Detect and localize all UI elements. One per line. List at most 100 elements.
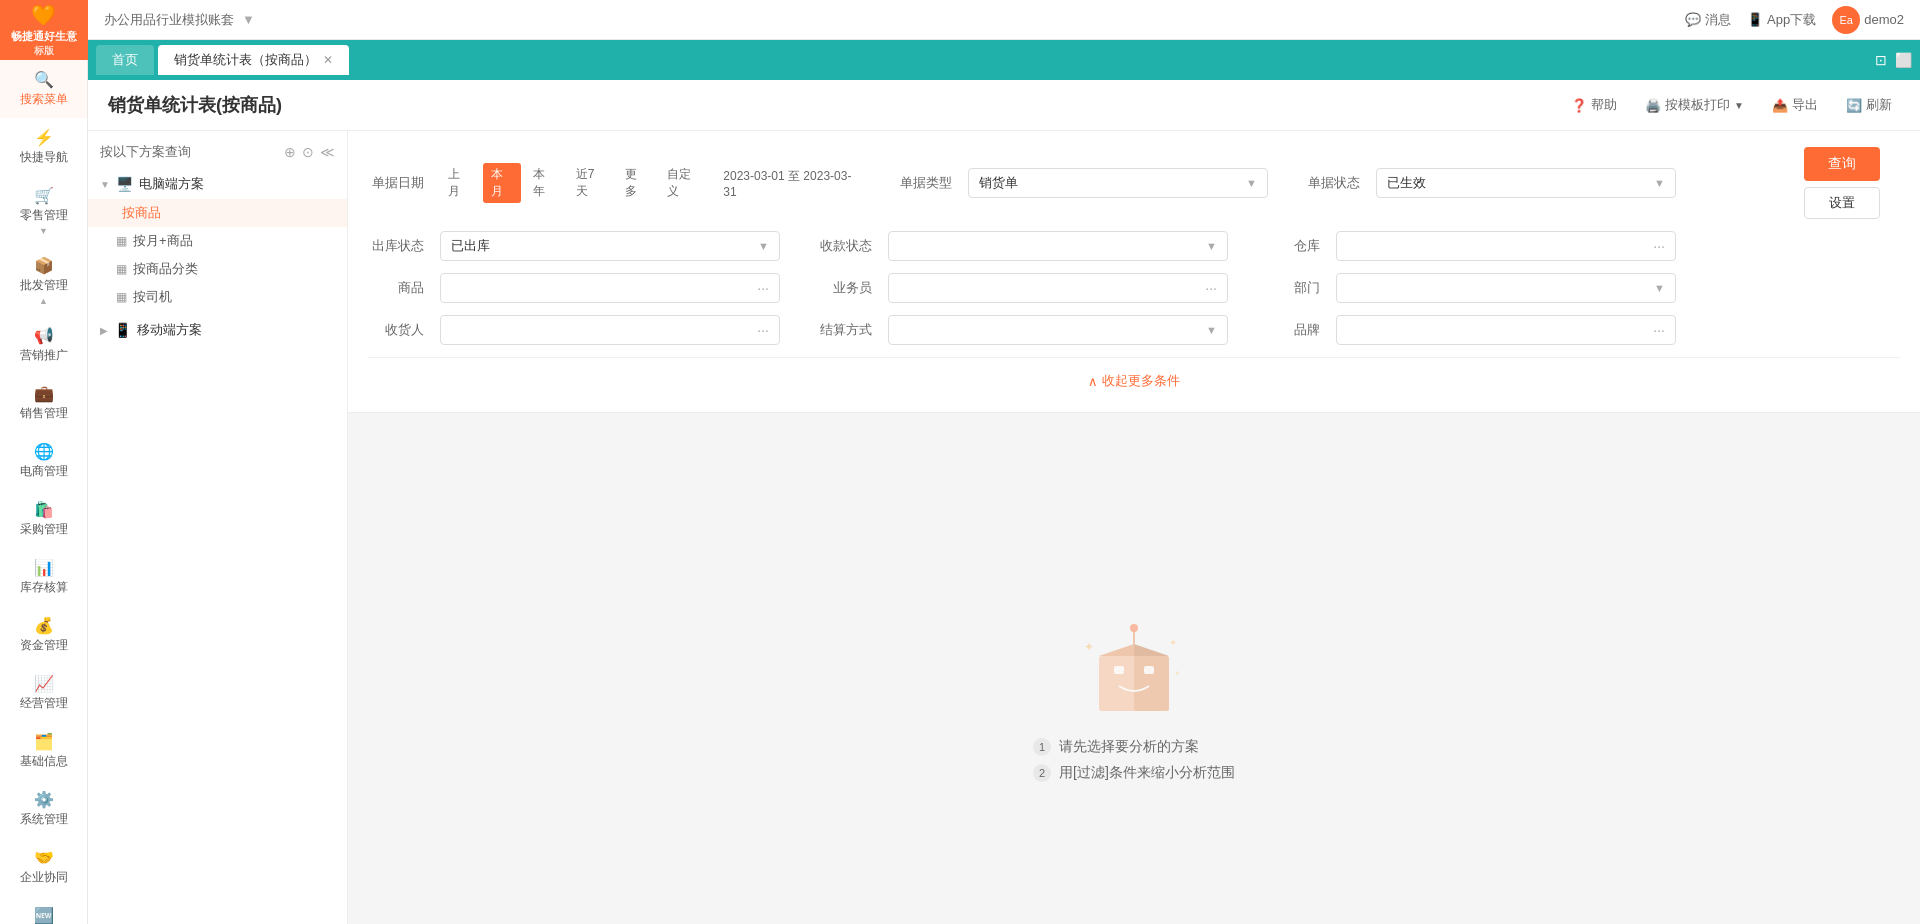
left-panel-actions: ⊕ ⊙ ≪	[284, 144, 335, 160]
refresh-icon: 🔄	[1846, 98, 1862, 113]
page-title: 销货单统计表(按商品)	[108, 93, 282, 117]
sidebar-item-finance[interactable]: 💰 资金管理	[0, 606, 87, 664]
sidebar-item-sales[interactable]: 💼 销售管理	[0, 374, 87, 432]
app-name: 畅捷通好生意	[11, 29, 77, 44]
tree-item-by-product[interactable]: 按商品	[88, 199, 347, 227]
warehouse-input[interactable]: ···	[1336, 231, 1676, 261]
tab-home[interactable]: 首页	[96, 45, 154, 75]
consignee-dots-icon[interactable]: ···	[757, 322, 769, 338]
doc-status-select[interactable]: 已生效 ▼	[1376, 168, 1676, 198]
print-icon: 🖨️	[1645, 98, 1661, 113]
consignee-input[interactable]: ···	[440, 315, 780, 345]
product-dots-icon[interactable]: ···	[757, 280, 769, 296]
brand-dots-icon[interactable]: ···	[1653, 322, 1665, 338]
date-tab-7days[interactable]: 近7天	[568, 163, 613, 203]
user-menu[interactable]: Ea demo2	[1832, 6, 1904, 34]
warehouse-dots-icon[interactable]: ···	[1653, 238, 1665, 254]
tip-text-2: 用[过滤]条件来缩小分析范围	[1059, 764, 1235, 782]
sidebar-item-search[interactable]: 🔍 搜索菜单	[0, 60, 87, 118]
app-download-button[interactable]: 📱 App下载	[1747, 11, 1816, 29]
payment-select[interactable]: ▼	[888, 315, 1228, 345]
tab-restore-icon[interactable]: ⊡	[1875, 52, 1887, 68]
tree-item-by-category[interactable]: ▦ 按商品分类	[88, 255, 347, 283]
export-button[interactable]: 📤 导出	[1764, 92, 1826, 118]
tree-section-pc[interactable]: ▼ 🖥️ 电脑端方案	[88, 169, 347, 199]
ecommerce-icon: 🌐	[34, 442, 54, 461]
date-tab-this-year[interactable]: 本年	[525, 163, 564, 203]
sidebar-basic-label: 基础信息	[20, 753, 68, 770]
settings-button[interactable]: 设置	[1804, 187, 1880, 219]
tip-num-1: 1	[1033, 738, 1051, 756]
svg-rect-2	[1134, 656, 1169, 711]
sidebar-item-wholesale[interactable]: 📦 批发管理 ▲	[0, 246, 87, 316]
industry-name: 办公用品行业模拟账套	[104, 11, 234, 29]
collect-status-select[interactable]: ▼	[888, 231, 1228, 261]
tree-item-by-month-product[interactable]: ▦ 按月+商品	[88, 227, 347, 255]
doc-type-select[interactable]: 销货单 ▼	[968, 168, 1268, 198]
collapse-button[interactable]: ∧ 收起更多条件	[1082, 366, 1186, 396]
empty-tip-2: 2 用[过滤]条件来缩小分析范围	[1033, 764, 1235, 782]
sidebar-search-label: 搜索菜单	[20, 91, 68, 108]
tree-item-by-cashier[interactable]: ▦ 按司机	[88, 283, 347, 311]
date-tab-this-month[interactable]: 本月	[483, 163, 522, 203]
sidebar-item-marketing[interactable]: 📢 营销推广	[0, 316, 87, 374]
sidebar-item-ecommerce[interactable]: 🌐 电商管理	[0, 432, 87, 490]
brand-label: 品牌	[1264, 321, 1320, 339]
sidebar-item-quick-nav[interactable]: ⚡ 快捷导航	[0, 118, 87, 176]
tree-section-mobile[interactable]: ▶ 📱 移动端方案	[88, 315, 347, 345]
export-icon: 📤	[1772, 98, 1788, 113]
inventory-icon: 📊	[34, 558, 54, 577]
sidebar-item-guide[interactable]: 🆕 新手引导	[0, 896, 87, 924]
date-filter: 上月 本月 本年 近7天 更多 自定义 2023-03-01 至 2023-03…	[440, 163, 860, 203]
tab-report[interactable]: 销货单统计表（按商品） ✕	[158, 45, 349, 75]
help-button[interactable]: ❓ 帮助	[1563, 92, 1625, 118]
sidebar-retail-label: 零售管理	[20, 207, 68, 224]
brand-input[interactable]: ···	[1336, 315, 1676, 345]
operation-icon: 📈	[34, 674, 54, 693]
doc-type-arrow-icon: ▼	[1246, 177, 1257, 189]
tab-maximize-icon[interactable]: ⬜	[1895, 52, 1912, 68]
cashier-icon: ▦	[116, 290, 127, 304]
add-scheme-icon[interactable]: ⊕	[284, 144, 296, 160]
system-icon: ⚙️	[34, 790, 54, 809]
tab-close-icon[interactable]: ✕	[323, 53, 333, 67]
print-button[interactable]: 🖨️ 按模板打印 ▼	[1637, 92, 1752, 118]
left-panel-title: 按以下方案查询	[100, 143, 191, 161]
warehouse-status-select[interactable]: 已出库 ▼	[440, 231, 780, 261]
sidebar-item-inventory[interactable]: 📊 库存核算	[0, 548, 87, 606]
date-tab-custom[interactable]: 自定义	[659, 163, 709, 203]
sidebar-item-retail[interactable]: 🛒 零售管理 ▼	[0, 176, 87, 246]
svg-point-6	[1130, 624, 1138, 632]
sidebar: 🧡 畅捷通好生意 标版 🔍 搜索菜单 ⚡ 快捷导航 🛒 零售管理 ▼ 📦 批发管…	[0, 0, 88, 924]
sidebar-item-operation[interactable]: 📈 经营管理	[0, 664, 87, 722]
svg-text:✦: ✦	[1174, 669, 1181, 678]
category-icon: ▦	[116, 262, 127, 276]
salesperson-input[interactable]: ···	[888, 273, 1228, 303]
sidebar-item-system[interactable]: ⚙️ 系统管理	[0, 780, 87, 838]
message-button[interactable]: 💬 消息	[1685, 11, 1731, 29]
collapse-up-icon: ∧	[1088, 374, 1098, 389]
warehouse-label: 仓库	[1264, 237, 1320, 255]
svg-text:✦: ✦	[1084, 640, 1094, 654]
app-subtitle: 标版	[34, 44, 54, 58]
salesperson-dots-icon[interactable]: ···	[1205, 280, 1217, 296]
sidebar-item-basic[interactable]: 🗂️ 基础信息	[0, 722, 87, 780]
date-tab-more[interactable]: 更多	[617, 163, 656, 203]
query-button[interactable]: 查询	[1804, 147, 1880, 181]
sales-icon: 💼	[34, 384, 54, 403]
industry-dropdown-icon[interactable]: ▼	[242, 12, 255, 27]
tree-pc-icon: 🖥️	[116, 176, 133, 192]
sidebar-item-purchase[interactable]: 🛍️ 采购管理	[0, 490, 87, 548]
dept-select[interactable]: ▼	[1336, 273, 1676, 303]
sidebar-item-enterprise[interactable]: 🤝 企业协同	[0, 838, 87, 896]
sidebar-system-label: 系统管理	[20, 811, 68, 828]
collapse-scheme-icon[interactable]: ≪	[320, 144, 335, 160]
date-tab-last-month[interactable]: 上月	[440, 163, 479, 203]
tab-bar: 首页 销货单统计表（按商品） ✕ ⊡ ⬜	[88, 40, 1920, 80]
print-dropdown-icon: ▼	[1734, 100, 1744, 111]
edit-scheme-icon[interactable]: ⊙	[302, 144, 314, 160]
tab-home-label: 首页	[112, 51, 138, 69]
refresh-button[interactable]: 🔄 刷新	[1838, 92, 1900, 118]
collect-status-arrow-icon: ▼	[1206, 240, 1217, 252]
product-input[interactable]: ···	[440, 273, 780, 303]
